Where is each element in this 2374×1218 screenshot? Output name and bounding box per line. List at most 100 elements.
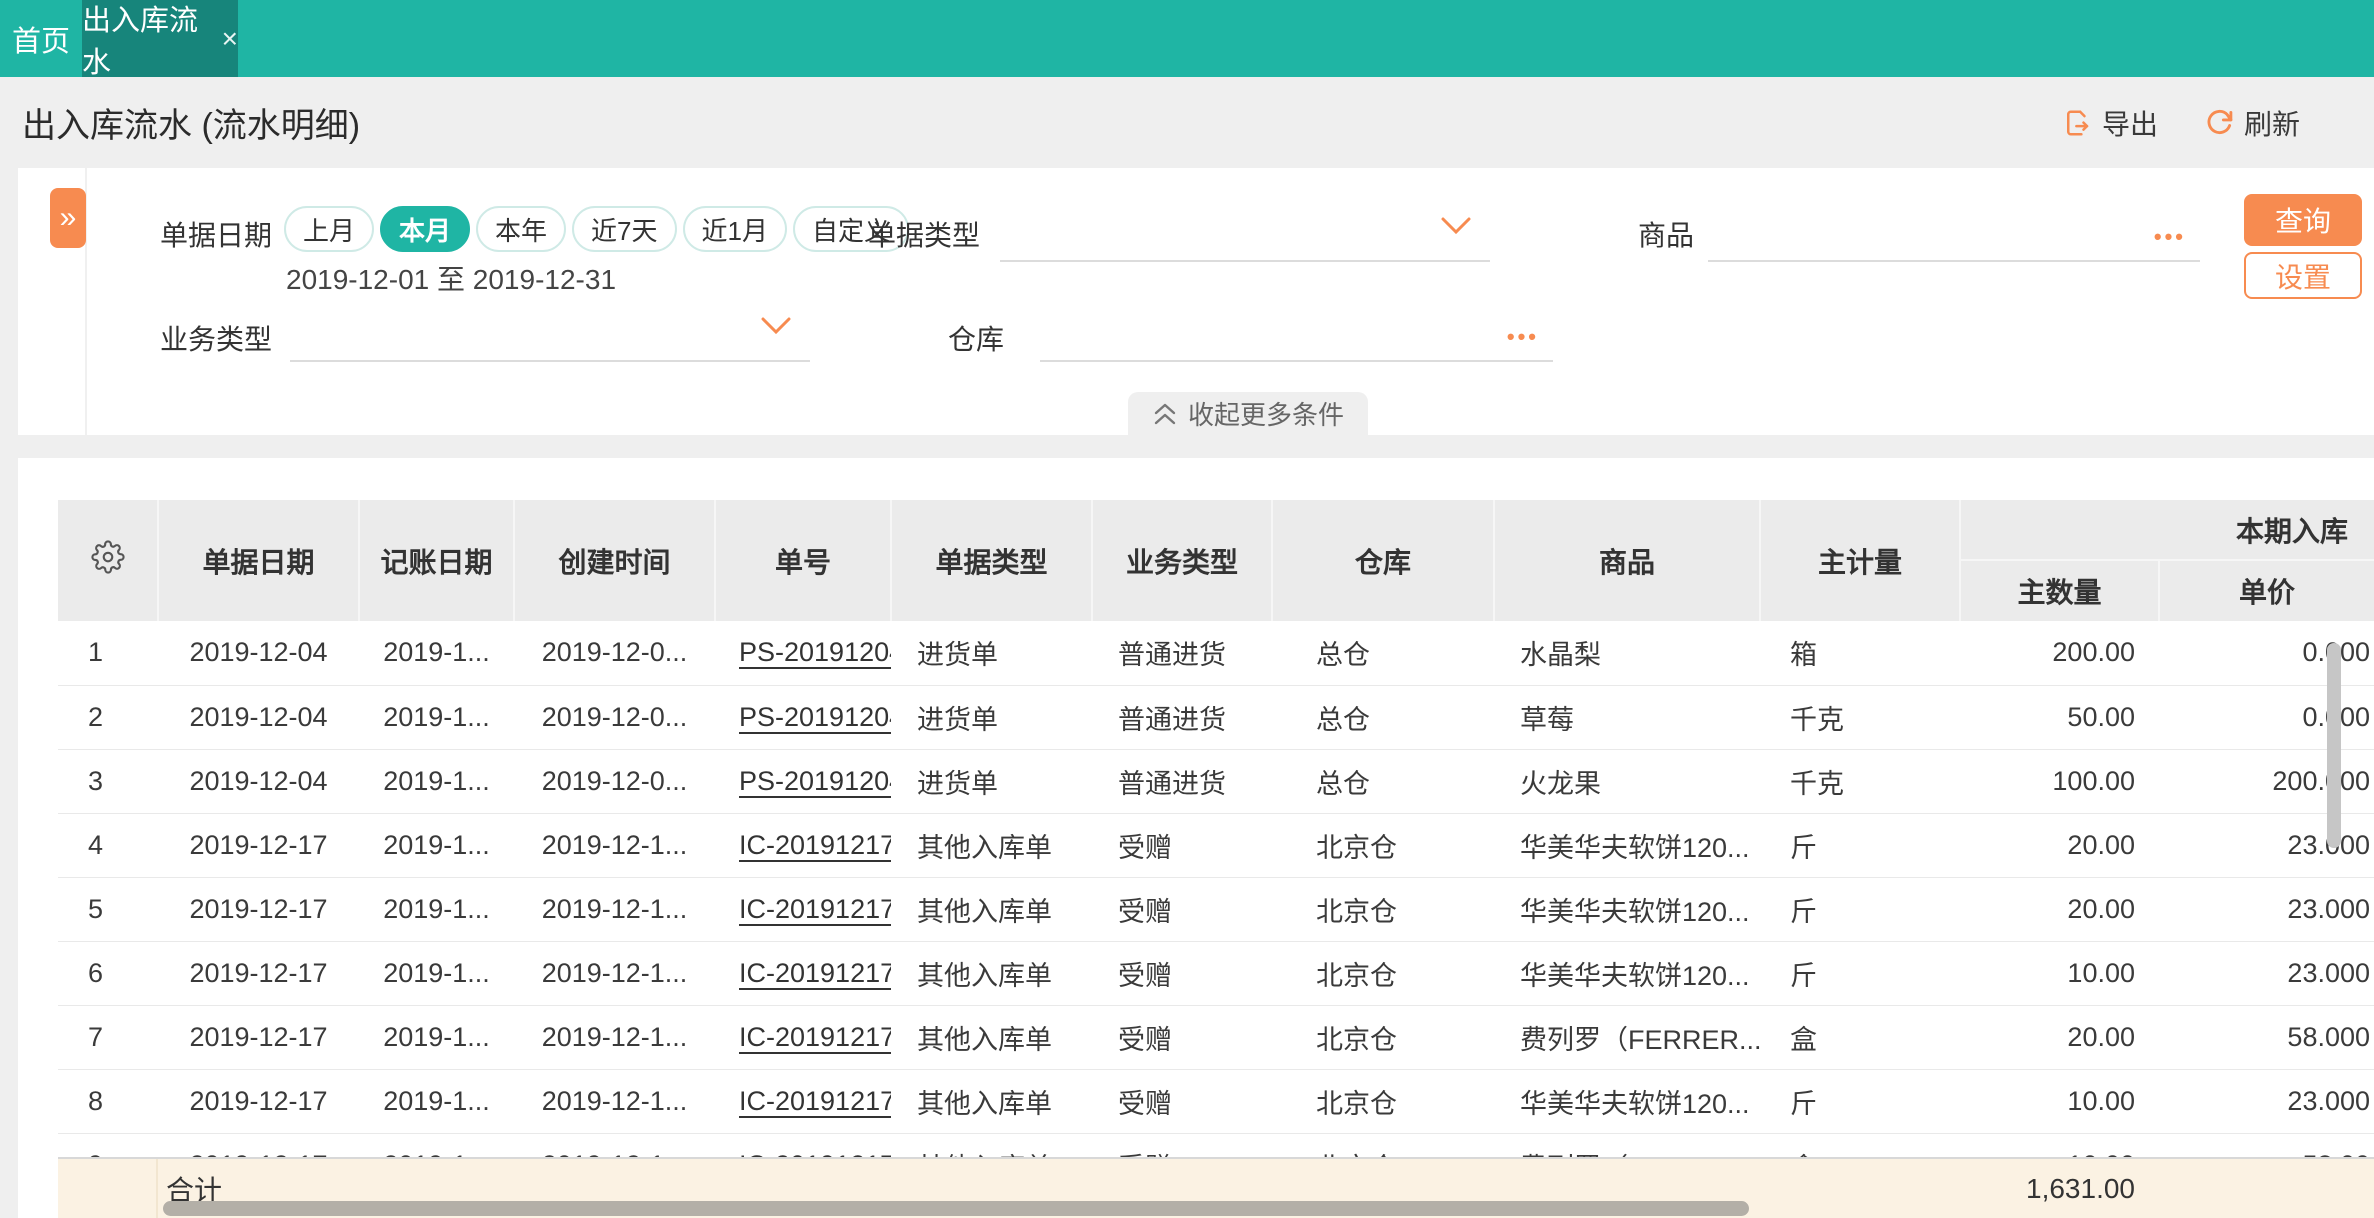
query-button[interactable]: 查询	[2244, 194, 2362, 246]
tab-stock-flow-label: 出入库流水	[82, 4, 199, 79]
doc-no-link[interactable]: IC-20191217-	[715, 1069, 891, 1134]
created-time: 2019-12-1...	[514, 877, 715, 942]
doc-date: 2019-12-17	[158, 1005, 359, 1070]
row-index: 8	[58, 1069, 158, 1134]
table-row[interactable]: 1 2019-12-04 2019-1... 2019-12-0... PS-20191…	[58, 621, 2374, 686]
doc-type-select[interactable]	[1000, 217, 1490, 262]
doc-date: 2019-12-17	[158, 813, 359, 878]
doc-no-link[interactable]: PS-20191204	[739, 702, 891, 732]
warehouse-label: 仓库	[948, 324, 1005, 355]
column-header-unit-price[interactable]: 单价	[2157, 559, 2374, 621]
table-row[interactable]: 7 2019-12-17 2019-1... 2019-12-1... IC-20191…	[58, 1005, 2374, 1070]
doc-no-link[interactable]: IC-20191217-	[715, 813, 891, 878]
stock-flow-table: 单据日期 记账日期 创建时间 单号 单据类型 业务类型 仓库 商品 主计量 本期…	[58, 500, 2374, 1198]
doc-no-link[interactable]: IC-20191217-	[715, 1005, 891, 1070]
vertical-scrollbar[interactable]	[2327, 643, 2341, 848]
ellipsis-icon: •••	[1506, 324, 1539, 349]
product-picker[interactable]: •••	[1708, 222, 2200, 262]
doc-no-link[interactable]: IC-20191217-	[739, 1022, 891, 1052]
column-settings-button[interactable]	[58, 500, 159, 621]
top-tab-bar: 首页 出入库流水 ×	[0, 0, 2374, 79]
book-date: 2019-1...	[359, 685, 514, 750]
column-header-biz-type[interactable]: 业务类型	[1092, 500, 1273, 621]
unit-price: 23.000	[2159, 877, 2374, 942]
table-row[interactable]: 3 2019-12-04 2019-1... 2019-12-0... PS-20191…	[58, 749, 2374, 814]
tab-stock-flow[interactable]: 出入库流水 ×	[82, 0, 238, 79]
warehouse: 北京仓	[1272, 1069, 1494, 1134]
settings-button[interactable]: 设置	[2244, 252, 2362, 299]
filter-panel: » 单据日期 上月 本月 本年 近7天 近1月 自定义 2019-12-01 至…	[18, 168, 2374, 435]
doc-no-link[interactable]: IC-20191217-	[739, 1086, 891, 1116]
date-pill-this-month[interactable]: 本月	[380, 206, 471, 252]
main-qty: 200.00	[1960, 621, 2159, 686]
horizontal-scrollbar[interactable]	[163, 1201, 1749, 1216]
doc-date: 2019-12-17	[158, 1069, 359, 1134]
table-row[interactable]: 5 2019-12-17 2019-1... 2019-12-1... IC-20191…	[58, 877, 2374, 942]
unit: 斤	[1760, 877, 1960, 942]
date-pill-this-year[interactable]: 本年	[476, 206, 567, 252]
doc-type: 进货单	[891, 621, 1092, 686]
table-row[interactable]: 2 2019-12-04 2019-1... 2019-12-0... PS-20191…	[58, 685, 2374, 750]
expand-filter-tab[interactable]: »	[50, 188, 86, 248]
doc-no-link[interactable]: IC-20191217-	[739, 830, 891, 860]
table-row[interactable]: 4 2019-12-17 2019-1... 2019-12-1... IC-20191…	[58, 813, 2374, 878]
book-date: 2019-1...	[359, 1069, 514, 1134]
book-date: 2019-1...	[359, 621, 514, 686]
collapse-more-filters-button[interactable]: 收起更多条件	[1128, 392, 1368, 435]
main-qty: 20.00	[1960, 813, 2159, 878]
doc-no-link[interactable]: IC-20191217-	[739, 958, 891, 988]
doc-no-link[interactable]: IC-20191217-	[739, 894, 891, 924]
doc-date-label: 单据日期	[160, 220, 273, 251]
main-qty: 10.00	[1960, 941, 2159, 1006]
main-qty: 50.00	[1960, 685, 2159, 750]
doc-no-link[interactable]: PS-20191204	[739, 637, 891, 667]
doc-type: 进货单	[891, 749, 1092, 814]
column-header-doc-type[interactable]: 单据类型	[891, 500, 1093, 621]
export-label: 导出	[2101, 108, 2158, 140]
created-time: 2019-12-0...	[514, 749, 715, 814]
column-header-main-qty[interactable]: 主数量	[1960, 559, 2160, 621]
date-pill-group: 上月 本月 本年 近7天 近1月 自定义	[284, 206, 909, 252]
column-header-created-time[interactable]: 创建时间	[514, 500, 716, 621]
row-index: 5	[58, 877, 158, 942]
doc-type: 其他入库单	[891, 1005, 1092, 1070]
column-header-book-date[interactable]: 记账日期	[359, 500, 515, 621]
date-pill-last-1-month[interactable]: 近1月	[682, 206, 787, 252]
column-header-warehouse[interactable]: 仓库	[1272, 500, 1495, 621]
date-pill-last-month[interactable]: 上月	[284, 206, 375, 252]
column-header-main-unit[interactable]: 主计量	[1760, 500, 1961, 621]
biz-type-label: 业务类型	[160, 324, 273, 355]
doc-no-link[interactable]: PS-20191204	[739, 766, 891, 796]
row-index: 2	[58, 685, 158, 750]
doc-no-link[interactable]: PS-20191204	[715, 621, 891, 686]
book-date: 2019-1...	[359, 877, 514, 942]
double-chevron-up-icon	[1152, 402, 1178, 426]
table-row[interactable]: 6 2019-12-17 2019-1... 2019-12-1... IC-20191…	[58, 941, 2374, 1006]
doc-no-link[interactable]: IC-20191217-	[715, 941, 891, 1006]
close-icon[interactable]: ×	[222, 24, 238, 53]
tab-home[interactable]: 首页	[0, 0, 82, 77]
book-date: 2019-1...	[359, 749, 514, 814]
date-pill-last-7-days[interactable]: 近7天	[572, 206, 677, 252]
refresh-icon	[2204, 108, 2234, 138]
book-date: 2019-1...	[359, 941, 514, 1006]
column-header-doc-date[interactable]: 单据日期	[158, 500, 360, 621]
column-header-doc-no[interactable]: 单号	[715, 500, 892, 621]
doc-no-link[interactable]: PS-20191204	[715, 749, 891, 814]
table-row[interactable]: 8 2019-12-17 2019-1... 2019-12-1... IC-20191…	[58, 1069, 2374, 1134]
refresh-button[interactable]: 刷新	[2204, 103, 2300, 143]
unit: 斤	[1760, 941, 1960, 1006]
doc-type: 进货单	[891, 685, 1092, 750]
export-icon	[2062, 108, 2092, 138]
doc-date: 2019-12-04	[158, 749, 359, 814]
doc-no-link[interactable]: IC-20191217-	[715, 877, 891, 942]
biz-type-select[interactable]	[290, 317, 810, 362]
doc-no-link[interactable]: PS-20191204	[715, 685, 891, 750]
unit-price: 58.000	[2159, 1005, 2374, 1070]
column-header-product[interactable]: 商品	[1494, 500, 1761, 621]
biz-type: 受赠	[1092, 813, 1272, 878]
export-button[interactable]: 导出	[2062, 103, 2158, 143]
warehouse-picker[interactable]: •••	[1040, 322, 1553, 362]
chevron-down-icon	[1440, 216, 1472, 236]
biz-type: 普通进货	[1092, 749, 1272, 814]
